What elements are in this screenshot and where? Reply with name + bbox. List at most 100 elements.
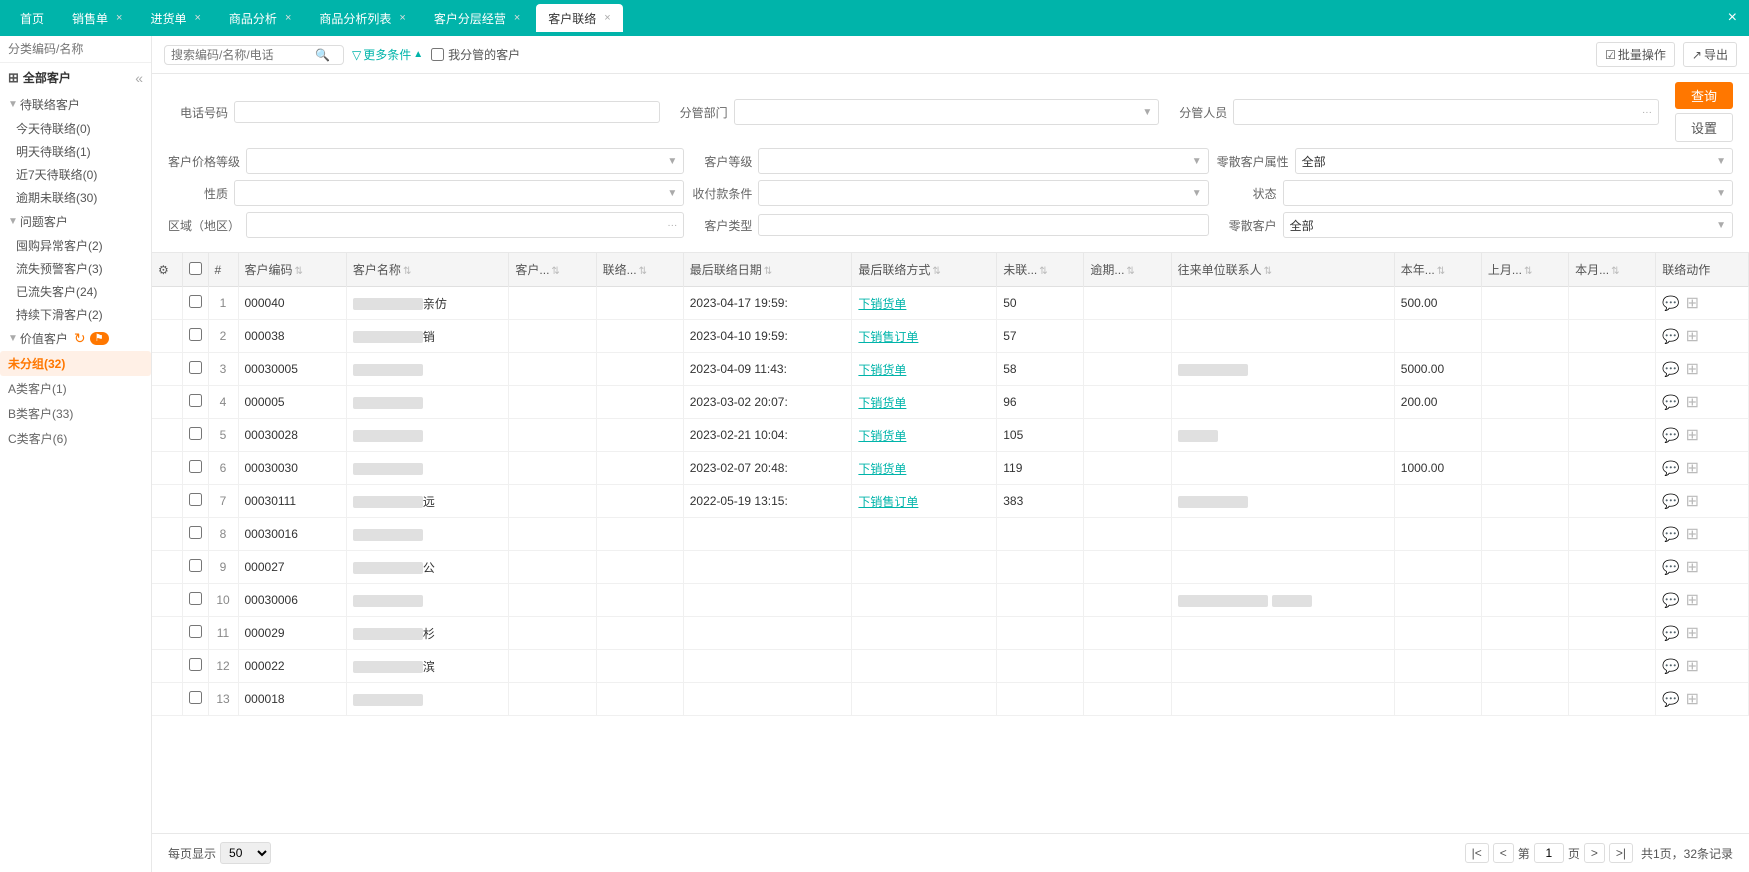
last-method-link[interactable]: 下销货单 (858, 462, 906, 476)
waiting-contact-group[interactable]: ▼ 待联络客户 (0, 92, 151, 117)
manager-select[interactable]: ··· (1233, 99, 1659, 125)
retail-attr-select[interactable]: 全部 ▼ (1295, 148, 1733, 174)
chat-icon[interactable]: 💬 (1662, 658, 1679, 675)
status-select[interactable]: ▼ (1283, 180, 1733, 206)
tab-purchase[interactable]: 进货单 × (138, 4, 212, 32)
row-checkbox[interactable] (189, 361, 202, 374)
row-checkbox[interactable] (189, 427, 202, 440)
export-button[interactable]: ↗ 导出 (1683, 42, 1737, 67)
col-last-method[interactable]: 最后联络方式⇅ (852, 253, 997, 287)
tab-home[interactable]: 首页 (8, 4, 56, 32)
nature-select[interactable]: ▼ (234, 180, 684, 206)
row-checkbox[interactable] (189, 625, 202, 638)
last-page-btn[interactable]: >| (1609, 843, 1633, 863)
retail-customer-select[interactable]: 全部 ▼ (1283, 212, 1733, 238)
purchase-tab-close[interactable]: × (194, 12, 200, 24)
grid-action-icon[interactable]: ⊞ (1686, 359, 1699, 379)
col-this-year[interactable]: 本年...⇅ (1394, 253, 1481, 287)
chat-icon[interactable]: 💬 (1662, 427, 1679, 444)
reset-button[interactable]: 设置 (1675, 113, 1733, 142)
col-type[interactable]: 客户...⇅ (509, 253, 596, 287)
chat-icon[interactable]: 💬 (1662, 691, 1679, 708)
chat-icon[interactable]: 💬 (1662, 592, 1679, 609)
first-page-btn[interactable]: |< (1465, 843, 1489, 863)
grid-action-icon[interactable]: ⊞ (1686, 392, 1699, 412)
sidebar-item-overdue[interactable]: 逾期未联络(30) (0, 186, 151, 209)
chat-icon[interactable]: 💬 (1662, 361, 1679, 378)
customer-type-input[interactable] (758, 214, 1208, 236)
sidebar-item-churn-warning[interactable]: 流失预警客户(3) (0, 257, 151, 280)
col-code[interactable]: 客户编码⇅ (238, 253, 346, 287)
chat-icon[interactable]: 💬 (1662, 625, 1679, 642)
col-name[interactable]: 客户名称⇅ (346, 253, 508, 287)
col-last-month[interactable]: 上月...⇅ (1481, 253, 1568, 287)
sidebar-collapse-icon[interactable]: « (135, 70, 143, 86)
grid-action-icon[interactable]: ⊞ (1686, 458, 1699, 478)
sidebar-item-7days[interactable]: 近7天待联络(0) (0, 163, 151, 186)
row-checkbox[interactable] (189, 295, 202, 308)
sidebar-item-declining[interactable]: 持续下滑客户(2) (0, 303, 151, 326)
sidebar-item-tomorrow[interactable]: 明天待联络(1) (0, 140, 151, 163)
tab-product-list[interactable]: 商品分析列表 × (307, 4, 417, 32)
customer-tier-tab-close[interactable]: × (514, 12, 520, 24)
last-method-link[interactable]: 下销货单 (858, 297, 906, 311)
row-checkbox[interactable] (189, 328, 202, 341)
sidebar-item-c-class[interactable]: C类客户(6) (0, 426, 151, 451)
page-number-input[interactable] (1534, 843, 1564, 863)
col-this-month[interactable]: 本月...⇅ (1569, 253, 1656, 287)
row-checkbox[interactable] (189, 394, 202, 407)
grid-action-icon[interactable]: ⊞ (1686, 656, 1699, 676)
sales-tab-close[interactable]: × (116, 12, 122, 24)
row-checkbox[interactable] (189, 658, 202, 671)
sidebar-item-churned[interactable]: 已流失客户(24) (0, 280, 151, 303)
price-grade-select[interactable]: ▼ (246, 148, 684, 174)
grid-action-icon[interactable]: ⊞ (1686, 557, 1699, 577)
grid-action-icon[interactable]: ⊞ (1686, 689, 1699, 709)
chat-icon[interactable]: 💬 (1662, 328, 1679, 345)
chat-icon[interactable]: 💬 (1662, 460, 1679, 477)
tab-sales[interactable]: 销售单 × (60, 4, 134, 32)
filter-search-icon[interactable]: 🔍 (315, 48, 330, 62)
row-checkbox[interactable] (189, 460, 202, 473)
col-contact[interactable]: 联络...⇅ (596, 253, 683, 287)
customer-grade-select[interactable]: ▼ (758, 148, 1208, 174)
last-method-link[interactable]: 下销货单 (858, 429, 906, 443)
batch-ops-button[interactable]: ☑ 批量操作 (1596, 42, 1675, 67)
row-checkbox[interactable] (189, 559, 202, 572)
tab-customer-contact[interactable]: 客户联络 × (536, 4, 622, 32)
sidebar-item-a-class[interactable]: A类客户(1) (0, 376, 151, 401)
row-checkbox[interactable] (189, 493, 202, 506)
problem-customers-group[interactable]: ▼ 问题客户 (0, 209, 151, 234)
window-close-button[interactable]: × (1724, 5, 1741, 31)
col-overdue[interactable]: 逾期...⇅ (1084, 253, 1171, 287)
dept-select[interactable]: ▼ (734, 99, 1160, 125)
row-checkbox[interactable] (189, 592, 202, 605)
next-page-btn[interactable]: > (1584, 843, 1605, 863)
filter-more-btn[interactable]: ▽ 更多条件 ▲ (352, 46, 423, 63)
grid-action-icon[interactable]: ⊞ (1686, 623, 1699, 643)
sidebar-item-today[interactable]: 今天待联络(0) (0, 117, 151, 140)
sidebar-item-ungroup[interactable]: 未分组(32) (0, 351, 151, 376)
select-all-checkbox[interactable] (189, 262, 202, 275)
sidebar-search-input[interactable] (8, 42, 152, 56)
product-analysis-tab-close[interactable]: × (285, 12, 291, 24)
sidebar-item-b-class[interactable]: B类客户(33) (0, 401, 151, 426)
col-colleague[interactable]: 往来单位联系人⇅ (1171, 253, 1394, 287)
chat-icon[interactable]: 💬 (1662, 394, 1679, 411)
tab-customer-tier[interactable]: 客户分层经营 × (422, 4, 532, 32)
col-last-date[interactable]: 最后联络日期⇅ (683, 253, 852, 287)
last-method-link[interactable]: 下销售订单 (858, 495, 918, 509)
grid-action-icon[interactable]: ⊞ (1686, 524, 1699, 544)
sidebar-item-hoarding[interactable]: 囤购异常客户(2) (0, 234, 151, 257)
value-customers-group[interactable]: ▼ 价值客户 ↻ ⚑ (0, 326, 151, 351)
grid-action-icon[interactable]: ⊞ (1686, 293, 1699, 313)
chat-icon[interactable]: 💬 (1662, 493, 1679, 510)
col-uncontacted[interactable]: 未联...⇅ (997, 253, 1084, 287)
row-checkbox[interactable] (189, 526, 202, 539)
chat-icon[interactable]: 💬 (1662, 559, 1679, 576)
grid-action-icon[interactable]: ⊞ (1686, 326, 1699, 346)
prev-page-btn[interactable]: < (1493, 843, 1514, 863)
last-method-link[interactable]: 下销货单 (858, 396, 906, 410)
page-size-select[interactable]: 50 100 200 (220, 842, 271, 864)
phone-input[interactable] (234, 101, 660, 123)
